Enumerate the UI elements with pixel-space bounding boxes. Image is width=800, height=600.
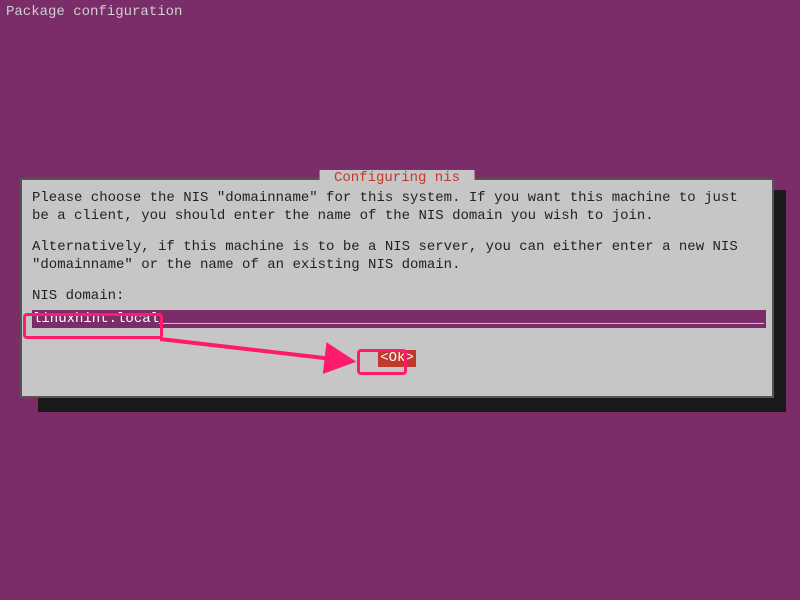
page-title: Package configuration <box>6 4 182 22</box>
dialog-title: Configuring nis <box>320 170 475 188</box>
ok-button[interactable]: <Ok> <box>378 350 416 368</box>
button-row: <Ok> <box>32 350 762 368</box>
nis-domain-input-row: linuxhint.local_________________________… <box>32 310 762 328</box>
nis-domain-input[interactable]: linuxhint.local_________________________… <box>32 310 766 328</box>
dialog-configuring-nis: Configuring nis Please choose the NIS "d… <box>20 178 774 398</box>
dialog-paragraph-1: Please choose the NIS "domainname" for t… <box>32 190 762 225</box>
dialog-paragraph-2: Alternatively, if this machine is to be … <box>32 239 762 274</box>
field-label-nis-domain: NIS domain: <box>32 288 762 306</box>
